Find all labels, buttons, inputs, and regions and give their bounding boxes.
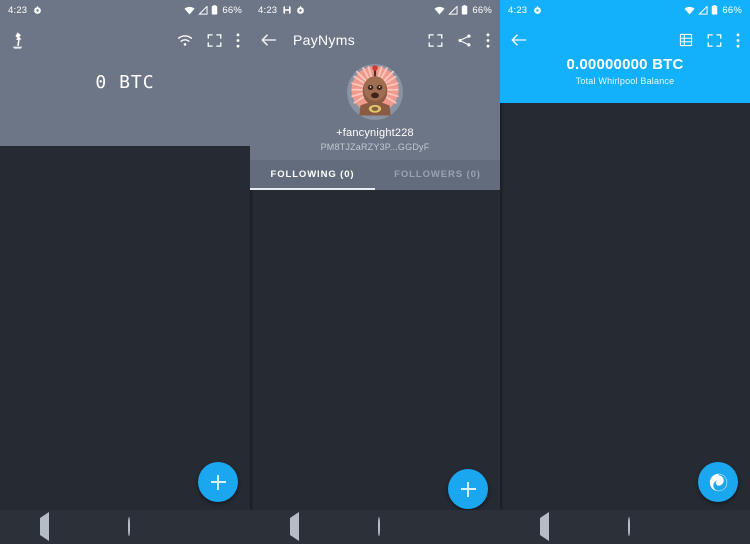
- share-icon[interactable]: [457, 33, 472, 48]
- battery-icon: [461, 5, 468, 15]
- whirlpool-swirl-icon: [709, 473, 728, 492]
- wifi-icon: [184, 6, 195, 15]
- toolbar-middle-actions: [428, 32, 490, 48]
- qr-scan-icon[interactable]: [707, 33, 722, 48]
- middle-header: 4:23 66% PayNyms +fancynight228 PM8TJZaR…: [250, 0, 500, 190]
- battery-percent: 66%: [722, 4, 742, 16]
- status-system-icons: 66%: [184, 5, 242, 16]
- status-bar-middle: 4:23 66%: [250, 0, 500, 20]
- status-bar-left: 4:23 66%: [0, 0, 250, 20]
- android-navbar-middle: [250, 510, 500, 544]
- back-arrow-icon[interactable]: [260, 33, 277, 47]
- add-fab-left[interactable]: [198, 462, 238, 502]
- status-system-icons: 66%: [684, 5, 742, 16]
- save-icon: [283, 6, 291, 14]
- qr-scan-icon[interactable]: [207, 33, 222, 48]
- android-navbar-right: [500, 510, 750, 544]
- toolbar-left: [0, 20, 250, 60]
- signal-icon: [198, 4, 208, 15]
- right-header: 4:23 66% 0.00000000 BTC Total Whirlpool …: [500, 0, 750, 103]
- left-header: 4:23 66% 0 BTC: [0, 0, 250, 146]
- status-notification-icons: [533, 5, 542, 15]
- android-navbar-left: [0, 510, 250, 544]
- panel-samourai-wallet: 4:23 66% 0 BTC: [0, 0, 250, 544]
- wifi-icon: [434, 6, 445, 15]
- whirlpool-fab[interactable]: [698, 462, 738, 502]
- whirlpool-balance-subtitle: Total Whirlpool Balance: [575, 76, 675, 86]
- paynym-avatar[interactable]: [347, 64, 403, 120]
- table-grid-icon[interactable]: [679, 33, 693, 47]
- wifi-icon[interactable]: [177, 34, 193, 47]
- status-system-icons: 66%: [434, 5, 492, 16]
- status-notification-icons: [33, 5, 42, 15]
- back-arrow-icon[interactable]: [510, 33, 527, 47]
- toolbar-right: [500, 20, 750, 60]
- whirlpool-balance-block: 0.00000000 BTC Total Whirlpool Balance: [500, 56, 750, 86]
- wallet-balance-amount: 0 BTC: [95, 72, 155, 93]
- overflow-menu-icon[interactable]: [236, 32, 240, 48]
- status-time: 4:23: [8, 4, 28, 16]
- wifi-icon: [684, 6, 695, 15]
- qr-scan-icon[interactable]: [428, 33, 443, 48]
- wallet-balance-block: 0 BTC: [0, 72, 250, 93]
- sync-icon: [533, 5, 542, 15]
- tab-followers[interactable]: FOLLOWERS (0): [375, 160, 500, 190]
- paynym-payment-code: PM8TJZaRZY3P...GGDyF: [320, 142, 430, 152]
- battery-icon: [711, 5, 718, 15]
- toolbar-left-actions: [177, 32, 240, 48]
- sync-icon: [296, 5, 305, 15]
- battery-percent: 66%: [222, 4, 242, 16]
- panel-whirlpool: 4:23 66% 0.00000000 BTC Total Whirlpool …: [500, 0, 750, 544]
- toolbar-middle: PayNyms: [250, 20, 500, 60]
- toolbar-right-actions: [679, 32, 740, 48]
- paynym-tabs: FOLLOWING (0) FOLLOWERS (0): [250, 160, 500, 190]
- whirlpool-balance-amount: 0.00000000 BTC: [566, 56, 684, 73]
- sync-icon: [33, 5, 42, 15]
- panel-paynyms: 4:23 66% PayNyms +fancynight228 PM8TJZaR…: [250, 0, 500, 544]
- battery-percent: 66%: [472, 4, 492, 16]
- plus-icon: [210, 474, 226, 490]
- status-time: 4:23: [258, 4, 278, 16]
- status-time: 4:23: [508, 4, 528, 16]
- overflow-menu-icon[interactable]: [486, 32, 490, 48]
- page-title: PayNyms: [293, 32, 355, 48]
- signal-icon: [698, 4, 708, 15]
- status-notification-icons: [283, 5, 305, 15]
- tab-following[interactable]: FOLLOWING (0): [250, 160, 375, 190]
- samourai-logo-icon[interactable]: [10, 31, 25, 50]
- plus-icon: [460, 481, 476, 497]
- add-paynym-fab[interactable]: [448, 469, 488, 509]
- signal-icon: [448, 4, 458, 15]
- overflow-menu-icon[interactable]: [736, 32, 740, 48]
- battery-icon: [211, 5, 218, 15]
- screenshot-stage: 4:23 66% 0 BTC 4:23 66% PayNyms +fancyni…: [0, 0, 750, 544]
- paynym-profile: +fancynight228 PM8TJZaRZY3P...GGDyF: [250, 60, 500, 152]
- paynym-name: +fancynight228: [336, 127, 414, 139]
- status-bar-right: 4:23 66%: [500, 0, 750, 20]
